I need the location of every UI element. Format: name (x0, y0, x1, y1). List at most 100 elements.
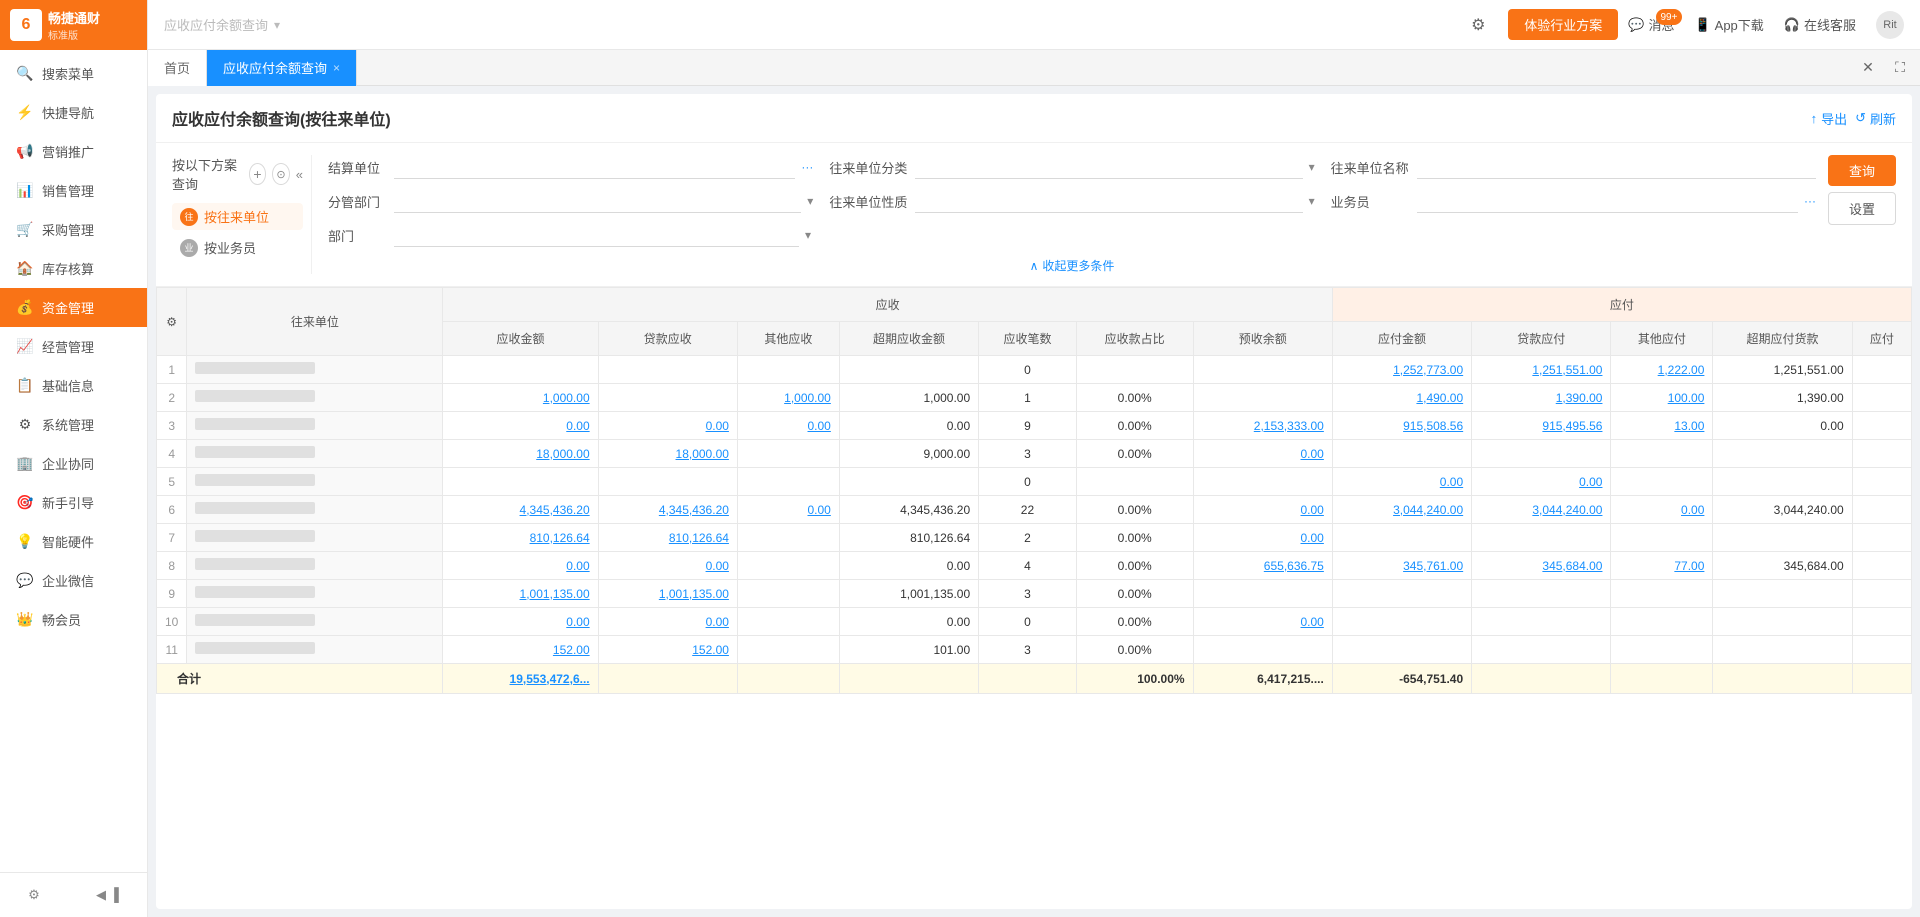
cell-link[interactable]: 345,761.00 (1403, 559, 1463, 573)
cell-link[interactable]: 915,508.56 (1403, 419, 1463, 433)
cell-link[interactable]: 0.00 (1301, 447, 1324, 461)
settings-nav-btn[interactable]: ⚙ (18, 881, 50, 909)
cell-link[interactable]: 4,345,436.20 (520, 503, 590, 517)
cell-link[interactable]: 1,001,135.00 (520, 587, 590, 601)
cell-link[interactable]: 4,345,436.20 (659, 503, 729, 517)
sidebar-item-销售管理[interactable]: 📊销售管理 (0, 171, 147, 210)
export-button[interactable]: ↑ 导出 (1811, 109, 1848, 128)
sidebar-item-基础信息[interactable]: 📋基础信息 (0, 366, 147, 405)
solution-button[interactable]: 体验行业方案 (1508, 9, 1618, 40)
filter-settings-btn[interactable]: ⊙ (272, 163, 290, 185)
cell-link[interactable]: 152.00 (553, 643, 590, 657)
sidebar-item-搜索菜单[interactable]: 🔍搜索菜单 (0, 54, 147, 93)
query-button[interactable]: 查询 (1828, 155, 1896, 186)
cell-link[interactable]: 3,044,240.00 (1532, 503, 1602, 517)
sidebar-icon: 🔍 (16, 65, 34, 83)
tab-close-btn[interactable]: × (333, 61, 340, 75)
cell-link[interactable]: 655,636.75 (1264, 559, 1324, 573)
online-service-btn[interactable]: 🎧 在线客服 (1784, 15, 1856, 34)
cell-link[interactable]: 152.00 (692, 643, 729, 657)
cell-receivable-ratio: 0.00% (1076, 552, 1193, 580)
sidebar-item-快捷导航[interactable]: ⚡快捷导航 (0, 93, 147, 132)
cell-link[interactable]: 3,044,240.00 (1393, 503, 1463, 517)
sidebar-item-系统管理[interactable]: ⚙系统管理 (0, 405, 147, 444)
sidebar-label: 系统管理 (42, 415, 94, 434)
sidebar-item-库存核算[interactable]: 🏠库存核算 (0, 249, 147, 288)
cell-link[interactable]: 345,684.00 (1542, 559, 1602, 573)
cell-link[interactable]: 0.00 (706, 419, 729, 433)
cell-overdue-payable (1713, 440, 1852, 468)
cell-link[interactable]: 1,000.00 (784, 391, 831, 405)
sidebar-item-资金管理[interactable]: 💰资金管理 (0, 288, 147, 327)
settings-button[interactable]: 设置 (1828, 192, 1896, 225)
collapse-more-btn[interactable]: ∧ 收起更多条件 (328, 257, 1816, 274)
cell-link[interactable]: 1,251,551.00 (1532, 363, 1602, 377)
partner-nature-chevron[interactable]: ▾ (1309, 194, 1315, 208)
cell-link[interactable]: 18,000.00 (536, 447, 589, 461)
cell-link[interactable]: 77.00 (1674, 559, 1704, 573)
sidebar-item-营销推广[interactable]: 📢营销推广 (0, 132, 147, 171)
cell-link[interactable]: 1,252,773.00 (1393, 363, 1463, 377)
th-settings[interactable]: ⚙ (157, 288, 187, 356)
sidebar-item-企业微信[interactable]: 💬企业微信 (0, 561, 147, 600)
cell-link[interactable]: 0.00 (1440, 475, 1463, 489)
cell-link[interactable]: 0.00 (1301, 503, 1324, 517)
cell-link[interactable]: 1,001,135.00 (659, 587, 729, 601)
refresh-button[interactable]: ↺ 刷新 (1855, 109, 1896, 128)
collapse-sidebar-btn[interactable]: ◀ ▐ (86, 881, 129, 909)
tab-home[interactable]: 首页 (148, 50, 207, 86)
partner-category-chevron[interactable]: ▾ (1309, 160, 1315, 174)
cell-overdue-payable (1713, 636, 1852, 664)
cell-link[interactable]: 0.00 (808, 419, 831, 433)
sidebar: 6 畅捷通财 标准版 🔍搜索菜单⚡快捷导航📢营销推广📊销售管理🛒采购管理🏠库存核… (0, 0, 148, 917)
expand-tab-action[interactable]: ⛶ (1888, 56, 1912, 80)
messages-btn[interactable]: 💬 消息 99+ (1628, 15, 1674, 34)
cell-link[interactable]: 0.00 (808, 503, 831, 517)
cell-link[interactable]: 0.00 (566, 615, 589, 629)
cell-link[interactable]: 1,222.00 (1658, 363, 1705, 377)
settings-gear-btn[interactable]: ⚙ (1464, 11, 1492, 39)
cell-link[interactable]: 810,126.64 (669, 531, 729, 545)
cell-link[interactable]: 13.00 (1674, 419, 1704, 433)
add-filter-btn[interactable]: + (249, 163, 267, 185)
cell-link[interactable]: 100.00 (1668, 391, 1705, 405)
dept-chevron[interactable]: ▾ (807, 194, 813, 208)
cell-link[interactable]: 0.00 (706, 615, 729, 629)
cell-payable-suffix (1852, 608, 1911, 636)
cell-link[interactable]: 915,495.56 (1542, 419, 1602, 433)
cell-link[interactable]: 0.00 (706, 559, 729, 573)
cell-link[interactable]: 1,000.00 (543, 391, 590, 405)
cell-link[interactable]: 1,490.00 (1416, 391, 1463, 405)
tab-receivables[interactable]: 应收应付余额查询 × (207, 50, 357, 86)
query-option-salesperson[interactable]: 业 按业务员 (172, 234, 303, 261)
cell-link[interactable]: 0.00 (1301, 615, 1324, 629)
settlement-unit-ellipsis[interactable]: ··· (801, 160, 813, 174)
query-option-partner[interactable]: 往 按往来单位 (172, 203, 303, 230)
sidebar-item-新手引导[interactable]: 🎯新手引导 (0, 483, 147, 522)
salesperson-ellipsis[interactable]: ··· (1804, 194, 1816, 208)
user-avatar[interactable]: Rit (1876, 11, 1904, 39)
unit-dept-chevron[interactable]: ▾ (805, 228, 811, 242)
sidebar-item-畅会员[interactable]: 👑畅会员 (0, 600, 147, 639)
cell-link[interactable]: 2,153,333.00 (1254, 419, 1324, 433)
cell-link[interactable]: 0.00 (566, 419, 589, 433)
cell-link[interactable]: 1,390.00 (1556, 391, 1603, 405)
app-download-btn[interactable]: 📱 App下载 (1694, 15, 1763, 34)
sidebar-item-智能硬件[interactable]: 💡智能硬件 (0, 522, 147, 561)
cell-link[interactable]: 0.00 (1579, 475, 1602, 489)
cell-other-payable: 1,222.00 (1611, 356, 1713, 384)
cell-link[interactable]: 0.00 (566, 559, 589, 573)
filter-collapse-btn[interactable]: « (296, 167, 303, 182)
close-tab-action[interactable]: ✕ (1856, 56, 1880, 80)
page-header-actions: ↑ 导出 ↺ 刷新 (1811, 109, 1896, 128)
cell-loan-payable (1472, 636, 1611, 664)
cell-link[interactable]: 18,000.00 (676, 447, 729, 461)
cell-link[interactable]: 0.00 (1301, 531, 1324, 545)
sidebar-item-企业协同[interactable]: 🏢企业协同 (0, 444, 147, 483)
sidebar-item-经营管理[interactable]: 📈经营管理 (0, 327, 147, 366)
total-receivable-amount[interactable]: 19,553,472,6... (443, 664, 598, 694)
cell-link[interactable]: 810,126.64 (530, 531, 590, 545)
sidebar-item-采购管理[interactable]: 🛒采购管理 (0, 210, 147, 249)
cell-loan-receivable: 1,001,135.00 (598, 580, 737, 608)
cell-link[interactable]: 0.00 (1681, 503, 1704, 517)
